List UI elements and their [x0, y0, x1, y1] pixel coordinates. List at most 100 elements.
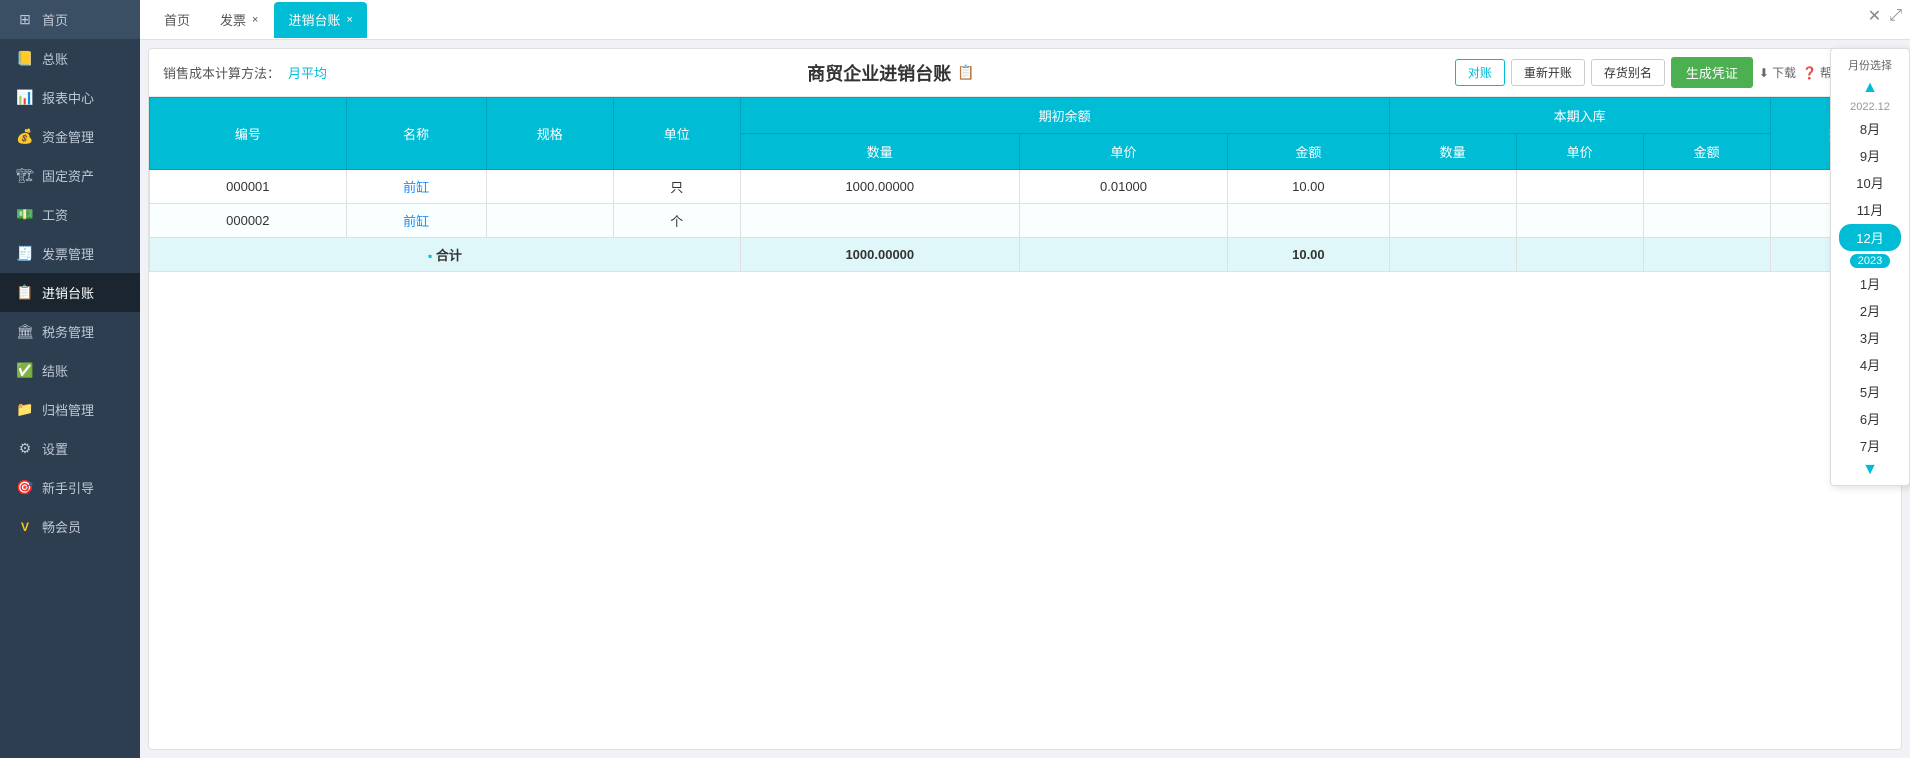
sidebar-item-checkout[interactable]: ✅ 结账 — [0, 351, 140, 390]
cell-open-price-2 — [1019, 204, 1227, 238]
month-item-5[interactable]: 5月 — [1831, 378, 1909, 405]
sidebar-item-purchase-sales[interactable]: 📋 进销台账 — [0, 273, 140, 312]
tab-invoice-close[interactable]: × — [252, 14, 258, 26]
month-item-8[interactable]: 8月 — [1831, 115, 1909, 142]
col-name: 名称 — [346, 98, 486, 170]
sidebar-item-salary[interactable]: 💵 工资 — [0, 195, 140, 234]
vip-icon: V — [16, 520, 34, 534]
month-item-1[interactable]: 1月 — [1831, 270, 1909, 297]
sidebar-label-archive: 归档管理 — [42, 400, 94, 419]
salary-icon: 💵 — [16, 206, 34, 223]
cell-code-2: 000002 — [150, 204, 347, 238]
month-panel-year-2022: 2022.12 — [1850, 99, 1890, 115]
tab-purchase-sales-label: 进销台账 — [288, 10, 340, 29]
sidebar-item-settings[interactable]: ⚙ 设置 — [0, 429, 140, 468]
cell-name-2: 前缸 — [346, 204, 486, 238]
reopen-button[interactable]: 重新开账 — [1511, 59, 1585, 86]
col-unit: 单位 — [613, 98, 740, 170]
sidebar-item-vip[interactable]: V 畅会员 — [0, 507, 140, 546]
month-item-9[interactable]: 9月 — [1831, 142, 1909, 169]
sidebar-item-assets[interactable]: 🏗 固定资产 — [0, 156, 140, 195]
reports-icon: 📊 — [16, 89, 34, 106]
toolbar-left: 销售成本计算方法： 月平均 — [163, 63, 327, 82]
sidebar-item-invoice-mgmt[interactable]: 🧾 发票管理 — [0, 234, 140, 273]
cell-open-qty-2 — [740, 204, 1019, 238]
month-panel-up[interactable]: ▲ — [1862, 77, 1878, 99]
tab-invoice-label: 发票 — [220, 10, 246, 29]
maximize-button[interactable]: ⤢ — [1889, 6, 1902, 26]
page-title-icon: 📋 — [957, 64, 974, 81]
home-icon: ⊞ — [16, 11, 34, 28]
close-button[interactable]: ✕ — [1868, 6, 1881, 26]
month-item-3[interactable]: 3月 — [1831, 324, 1909, 351]
sidebar-label-checkout: 结账 — [42, 361, 68, 380]
month-panel-title: 月份选择 — [1848, 53, 1892, 77]
download-icon: ⬇ — [1759, 66, 1769, 80]
cell-open-qty-1: 1000.00000 — [740, 170, 1019, 204]
summary-in-amount — [1643, 238, 1770, 272]
sidebar-label-home: 首页 — [42, 10, 68, 29]
tab-invoice[interactable]: 发票 × — [206, 2, 272, 38]
window-controls: ✕ ⤢ — [1868, 6, 1902, 26]
sidebar-label-settings: 设置 — [42, 439, 68, 458]
sidebar-label-salary: 工资 — [42, 205, 68, 224]
cell-spec-1 — [486, 170, 613, 204]
cost-method-value: 月平均 — [288, 63, 327, 82]
tab-home[interactable]: 首页 — [150, 2, 204, 38]
checkout-icon: ✅ — [16, 362, 34, 379]
month-item-4[interactable]: 4月 — [1831, 351, 1909, 378]
sidebar-label-assets: 固定资产 — [42, 166, 94, 185]
save-as-button[interactable]: 存货别名 — [1591, 59, 1665, 86]
month-item-10[interactable]: 10月 — [1831, 169, 1909, 196]
reconcile-button[interactable]: 对账 — [1455, 59, 1505, 86]
tab-purchase-sales-close[interactable]: × — [346, 14, 352, 26]
col-in-amount: 金额 — [1643, 134, 1770, 170]
sidebar-item-reports[interactable]: 📊 报表中心 — [0, 78, 140, 117]
sidebar-item-tax[interactable]: 🏛 税务管理 — [0, 312, 140, 351]
month-item-12[interactable]: 12月 — [1839, 224, 1901, 251]
guide-icon: 🎯 — [16, 479, 34, 496]
month-panel-down[interactable]: ▼ — [1862, 459, 1878, 481]
col-spec: 规格 — [486, 98, 613, 170]
generate-button[interactable]: 生成凭证 — [1671, 57, 1753, 88]
month-item-7[interactable]: 7月 — [1831, 432, 1909, 459]
cost-method-label: 销售成本计算方法： — [163, 63, 280, 82]
table-row: 000001 前缸 只 1000.00000 0.01000 10.00 — [150, 170, 1901, 204]
cell-name-1: 前缸 — [346, 170, 486, 204]
cell-unit-2: 个 — [613, 204, 740, 238]
download-button[interactable]: ⬇ 下载 — [1759, 64, 1796, 81]
summary-open-price — [1019, 238, 1227, 272]
cell-open-amount-2 — [1228, 204, 1389, 238]
sidebar-label-vip: 畅会员 — [42, 517, 81, 536]
page-title: 商贸企业进销台账 📋 — [327, 60, 1455, 86]
help-icon: ❓ — [1802, 66, 1817, 80]
settings-icon: ⚙ — [16, 440, 34, 457]
toolbar: 销售成本计算方法： 月平均 商贸企业进销台账 📋 对账 重新开账 存货别名 生成… — [149, 49, 1901, 97]
cell-in-price-2 — [1516, 204, 1643, 238]
month-panel: 月份选择 ▲ 2022.12 8月 9月 10月 11月 12月 2023 1月… — [1830, 48, 1910, 486]
summary-label-cell: ▪ 合计 — [150, 238, 741, 272]
sidebar-label-invoice-mgmt: 发票管理 — [42, 244, 94, 263]
month-item-11[interactable]: 11月 — [1831, 196, 1909, 223]
month-item-2[interactable]: 2月 — [1831, 297, 1909, 324]
col-opening-amount: 金额 — [1228, 134, 1389, 170]
col-opening-price: 单价 — [1019, 134, 1227, 170]
sidebar-item-home[interactable]: ⊞ 首页 — [0, 0, 140, 39]
col-opening-qty: 数量 — [740, 134, 1019, 170]
summary-icon: ▪ — [428, 249, 432, 263]
sidebar-label-ledger: 总账 — [42, 49, 68, 68]
funds-icon: 💰 — [16, 128, 34, 145]
sidebar-label-reports: 报表中心 — [42, 88, 94, 107]
sidebar-item-ledger[interactable]: 📒 总账 — [0, 39, 140, 78]
tab-purchase-sales[interactable]: 进销台账 × — [274, 2, 366, 38]
summary-open-qty: 1000.00000 — [740, 238, 1019, 272]
year-badge-2023: 2023 — [1850, 254, 1890, 268]
cell-in-amount-1 — [1643, 170, 1770, 204]
month-item-6[interactable]: 6月 — [1831, 405, 1909, 432]
tax-icon: 🏛 — [16, 323, 34, 340]
sidebar-item-guide[interactable]: 🎯 新手引导 — [0, 468, 140, 507]
tab-bar: 首页 发票 × 进销台账 × — [140, 0, 1910, 40]
col-in-price: 单价 — [1516, 134, 1643, 170]
sidebar-item-funds[interactable]: 💰 资金管理 — [0, 117, 140, 156]
sidebar-item-archive[interactable]: 📁 归档管理 — [0, 390, 140, 429]
